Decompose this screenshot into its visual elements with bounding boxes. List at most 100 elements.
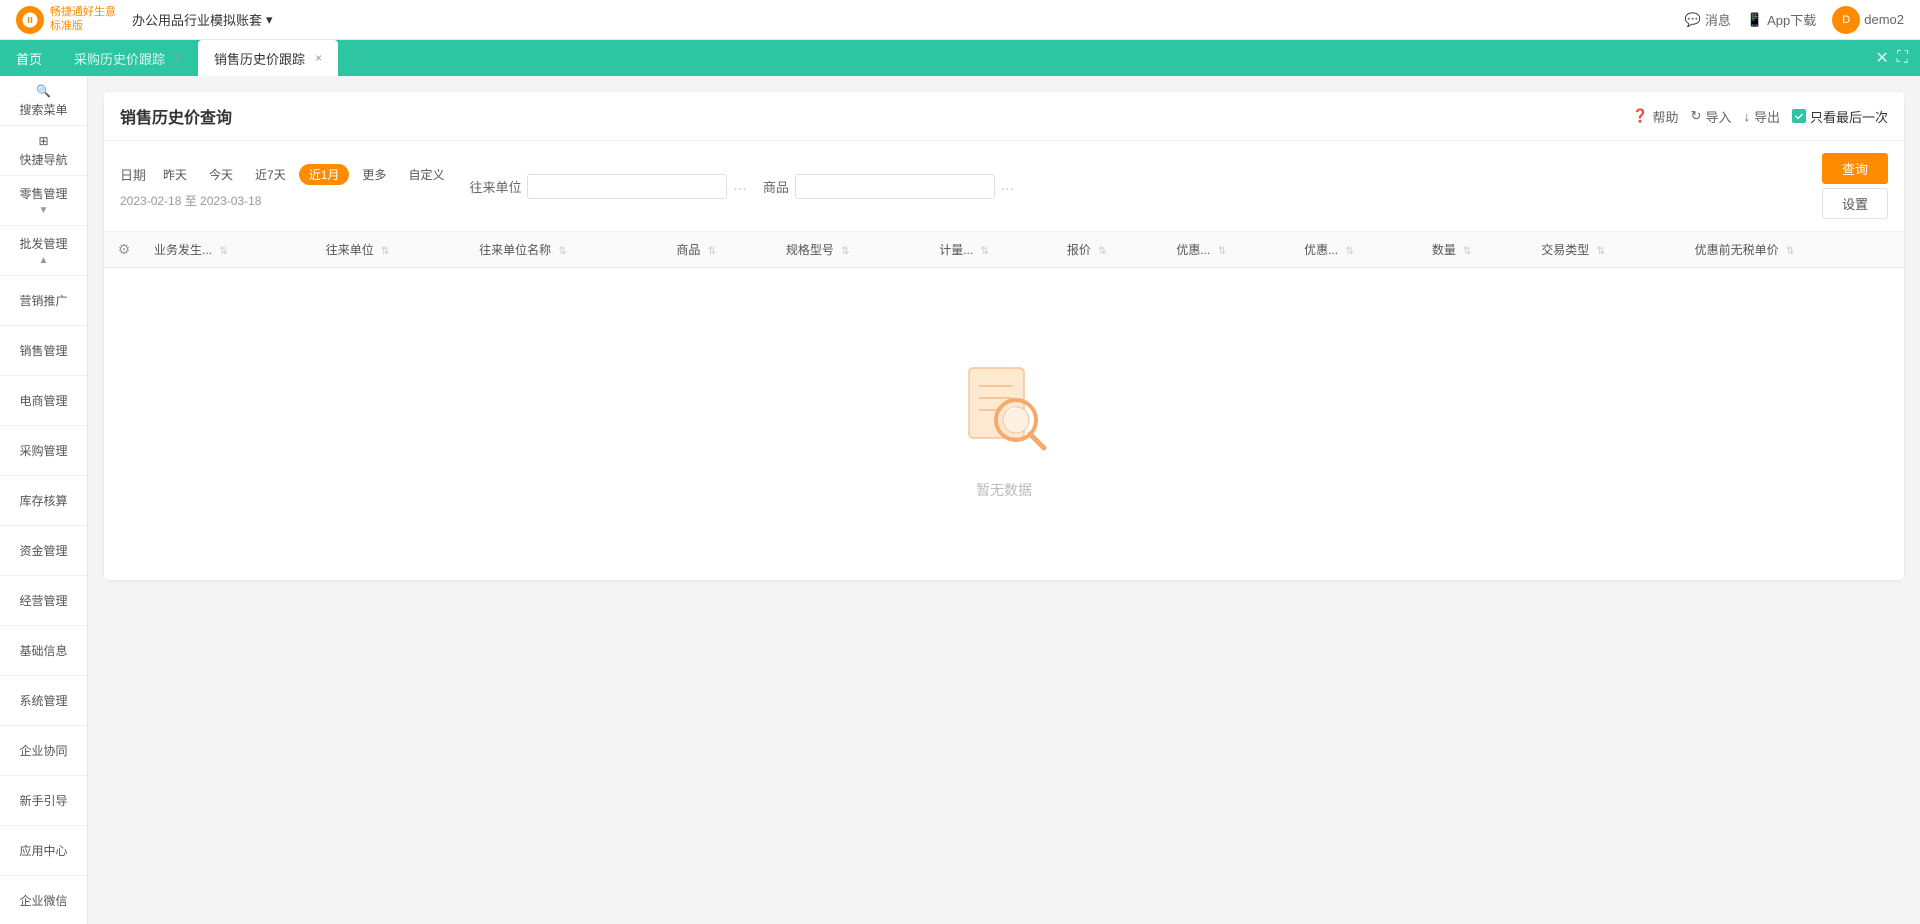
tab-purchase-history[interactable]: 采购历史价跟踪 × (58, 40, 198, 76)
logo-text: 畅捷通好生意 标准版 (50, 6, 116, 32)
download-icon: 📱 (1747, 12, 1763, 28)
export-button[interactable]: ↓ 导出 (1743, 107, 1780, 126)
empty-text: 暂无数据 (976, 480, 1032, 500)
sidebar-item-basic-info[interactable]: 基础信息 (0, 626, 87, 676)
settings-button[interactable]: 设置 (1822, 188, 1888, 219)
date-range-display: 2023-02-18 至 2023-03-18 (120, 192, 453, 209)
sidebar-item-sales-mgmt[interactable]: 销售管理 (0, 326, 87, 376)
table-col-discount1[interactable]: 优惠... ⇅ (1166, 232, 1294, 268)
date-btn-yesterday[interactable]: 昨天 (154, 163, 196, 186)
sidebar-item-finance-mgmt[interactable]: 资金管理 (0, 526, 87, 576)
sort-icon: ⇅ (381, 246, 389, 257)
help-icon: ❓ (1632, 108, 1648, 124)
table-col-spec[interactable]: 规格型号 ⇅ (776, 232, 929, 268)
query-button[interactable]: 查询 (1822, 153, 1888, 184)
page-title: 销售历史价查询 (120, 104, 232, 128)
table-col-unit[interactable]: 计量... ⇅ (929, 232, 1057, 268)
product-input[interactable] (795, 174, 995, 199)
tab-home[interactable]: 首页 (0, 40, 58, 76)
chevron-down-icon: ▾ (266, 12, 273, 28)
import-button[interactable]: ↻ 导入 (1691, 107, 1732, 126)
table-col-trade-type[interactable]: 交易类型 ⇅ (1531, 232, 1684, 268)
top-bar: 畅捷通好生意 标准版 办公用品行业模拟账套 ▾ 💬 消息 📱 App下载 D d… (0, 0, 1920, 40)
import-icon: ↻ (1691, 108, 1702, 124)
chevron-down-icon: ▼ (39, 205, 49, 216)
maximize-button[interactable]: ⛶ (1897, 49, 1908, 67)
tab-sales-label: 销售历史价跟踪 (214, 49, 305, 68)
filter-area: 日期 昨天 今天 近7天 近1月 更多 自定义 2023-02-18 至 202… (104, 141, 1904, 232)
logo-icon (16, 6, 44, 34)
tab-sales-history[interactable]: 销售历史价跟踪 × (198, 40, 338, 76)
table-col-settings[interactable]: ⚙ (104, 232, 144, 268)
sort-icon: ⇅ (1218, 246, 1226, 257)
sort-icon: ⇅ (1463, 246, 1471, 257)
product-dots-button[interactable]: ... (1001, 177, 1014, 195)
data-table: ⚙ 业务发生... ⇅ 往来单位 ⇅ (104, 232, 1904, 268)
page-content: 销售历史价查询 ❓ 帮助 ↻ 导入 ↓ 导出 (88, 76, 1920, 924)
partner-filter-label: 往来单位 (469, 177, 521, 196)
top-bar-right: 💬 消息 📱 App下载 D demo2 (1685, 6, 1904, 34)
only-last-checkbox-label[interactable]: 只看最后一次 (1792, 107, 1888, 126)
date-btn-custom[interactable]: 自定义 (399, 163, 453, 186)
empty-illustration (944, 348, 1064, 468)
tab-sales-close[interactable]: × (315, 51, 322, 65)
page-header-actions: ❓ 帮助 ↻ 导入 ↓ 导出 (1632, 107, 1888, 126)
sidebar-item-purchase-mgmt[interactable]: 采购管理 (0, 426, 87, 476)
partner-dots-button[interactable]: ... (733, 177, 746, 195)
user-menu[interactable]: D demo2 (1832, 6, 1904, 34)
sort-icon: ⇅ (1786, 246, 1794, 257)
sidebar-item-retail-mgmt[interactable]: 零售管理 ▼ (0, 176, 87, 226)
tab-purchase-close[interactable]: × (175, 51, 182, 65)
product-filter-label: 商品 (763, 177, 789, 196)
date-btn-7days[interactable]: 近7天 (246, 163, 295, 186)
sidebar-item-wholesale-mgmt[interactable]: 批发管理 ▲ (0, 226, 87, 276)
page-header: 销售历史价查询 ❓ 帮助 ↻ 导入 ↓ 导出 (104, 92, 1904, 141)
table-area: ⚙ 业务发生... ⇅ 往来单位 ⇅ (104, 232, 1904, 580)
page-card: 销售历史价查询 ❓ 帮助 ↻ 导入 ↓ 导出 (104, 92, 1904, 580)
sort-icon: ⇅ (1597, 246, 1605, 257)
date-btn-today[interactable]: 今天 (200, 163, 242, 186)
gear-icon[interactable]: ⚙ (118, 241, 131, 257)
table-col-partner-code[interactable]: 往来单位 ⇅ (316, 232, 469, 268)
app-selector[interactable]: 办公用品行业模拟账套 ▾ (124, 10, 281, 29)
partner-input[interactable] (527, 174, 727, 199)
sidebar-item-system-mgmt[interactable]: 系统管理 (0, 676, 87, 726)
sidebar-item-operation-mgmt[interactable]: 经营管理 (0, 576, 87, 626)
sidebar-item-enterprise-coop[interactable]: 企业协同 (0, 726, 87, 776)
sidebar-item-marketing[interactable]: 营销推广 (0, 276, 87, 326)
export-icon: ↓ (1743, 109, 1750, 124)
logo-area: 畅捷通好生意 标准版 (16, 6, 116, 34)
app-download-button[interactable]: 📱 App下载 (1747, 10, 1816, 29)
table-col-product[interactable]: 商品 ⇅ (666, 232, 775, 268)
sidebar-item-inventory[interactable]: 库存核算 (0, 476, 87, 526)
sidebar-item-quick-nav[interactable]: ⊞ 快捷导航 (0, 126, 87, 176)
date-btn-more[interactable]: 更多 (353, 163, 395, 186)
message-icon: 💬 (1685, 12, 1701, 28)
app-selector-label: 办公用品行业模拟账套 (132, 10, 262, 29)
chevron-up-icon: ▲ (39, 255, 49, 266)
sidebar-item-ecommerce-mgmt[interactable]: 电商管理 (0, 376, 87, 426)
table-col-quantity[interactable]: 数量 ⇅ (1422, 232, 1531, 268)
partner-filter-group: 往来单位 ... (469, 174, 746, 199)
content-area: 销售历史价查询 ❓ 帮助 ↻ 导入 ↓ 导出 (88, 76, 1920, 924)
table-col-biz-date[interactable]: 业务发生... ⇅ (144, 232, 316, 268)
message-button[interactable]: 💬 消息 (1685, 10, 1731, 29)
sidebar-item-new-guide[interactable]: 新手引导 (0, 776, 87, 826)
tab-purchase-label: 采购历史价跟踪 (74, 49, 165, 68)
sidebar-item-app-center[interactable]: 应用中心 (0, 826, 87, 876)
help-button[interactable]: ❓ 帮助 (1632, 107, 1678, 126)
sidebar-item-search-menu[interactable]: 🔍 搜索菜单 (0, 76, 87, 126)
grid-icon: ⊞ (38, 134, 48, 148)
sidebar-item-enterprise-wechat[interactable]: 企业微信 (0, 876, 87, 924)
sort-icon: ⇅ (841, 246, 849, 257)
tab-bar: 首页 采购历史价跟踪 × 销售历史价跟踪 × ✕ ⛶ (0, 40, 1920, 76)
table-col-pretax-price[interactable]: 优惠前无税单价 ⇅ (1685, 232, 1904, 268)
close-all-tabs-button[interactable]: ✕ (1875, 48, 1888, 68)
only-last-checkbox[interactable] (1792, 109, 1806, 123)
date-btn-1month[interactable]: 近1月 (299, 164, 350, 185)
table-col-discount2[interactable]: 优惠... ⇅ (1294, 232, 1422, 268)
table-col-partner-name[interactable]: 往来单位名称 ⇅ (469, 232, 666, 268)
product-filter-group: 商品 ... (763, 174, 1014, 199)
table-col-quote[interactable]: 报价 ⇅ (1057, 232, 1166, 268)
table-col-biz-date-label: 业务发生... (154, 243, 212, 257)
